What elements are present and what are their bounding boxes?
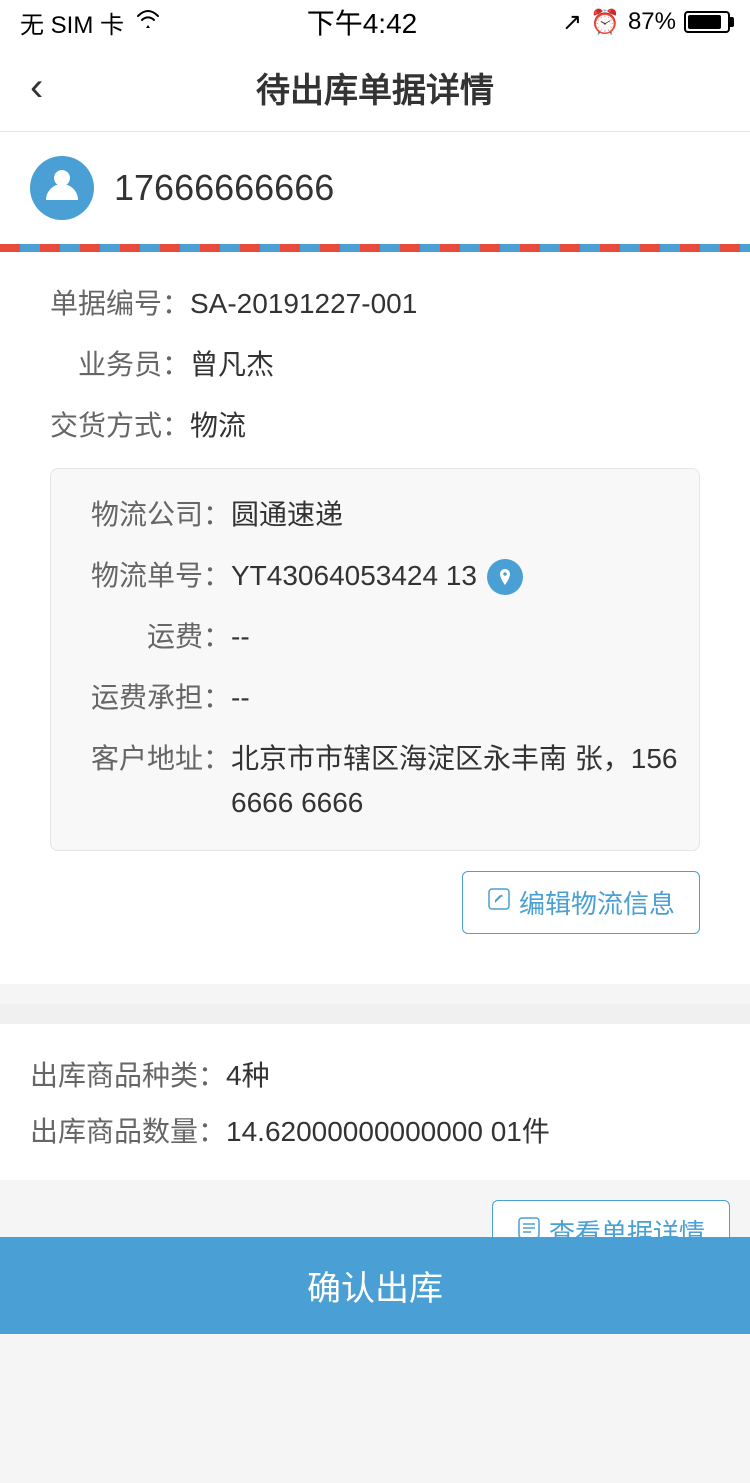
address-row: 客户地址： 北京市市辖区海淀区永丰南 张，156 6666 6666 (71, 737, 679, 827)
battery-icon (684, 11, 730, 33)
section-separator (0, 1004, 750, 1024)
logistics-company-label: 物流公司： (71, 493, 231, 538)
product-type-row: 出库商品种类： 4种 (30, 1054, 720, 1094)
user-icon (42, 164, 82, 213)
tracking-row: 物流单号： YT43064053424 13 (71, 554, 679, 599)
product-type-value: 4种 (226, 1054, 270, 1094)
product-quantity-label: 出库商品数量： (30, 1110, 226, 1150)
tracking-label: 物流单号： (71, 554, 231, 599)
avatar (30, 156, 94, 220)
carrier-label: 无 SIM 卡 (20, 5, 124, 40)
delivery-type-label: 交货方式： (30, 404, 190, 449)
status-bar: 无 SIM 卡 下午4:42 ↗ ⏰ 87% (0, 0, 750, 44)
customer-section: 17666666666 (0, 132, 750, 244)
location-status-icon: ↗ (562, 8, 582, 37)
dashed-divider (0, 244, 750, 252)
order-no-value: SA-20191227-001 (190, 282, 720, 327)
address-label: 客户地址： (71, 737, 231, 782)
freight-label: 运费： (71, 615, 231, 660)
freight-value: -- (231, 615, 679, 660)
bottom-btn-area: 确认出库 (0, 1237, 750, 1334)
product-quantity-value: 14.62000000000000 01件 (226, 1110, 550, 1150)
confirm-outbound-button[interactable]: 确认出库 (307, 1261, 443, 1310)
delivery-type-value: 物流 (190, 404, 720, 449)
back-button[interactable]: ‹ (30, 65, 43, 110)
sales-person-row: 业务员： 曾凡杰 (30, 343, 720, 388)
tracking-location-icon[interactable] (487, 559, 523, 595)
page-title: 待出库单据详情 (256, 63, 494, 112)
edit-logistics-button[interactable]: 编辑物流信息 (462, 871, 700, 934)
logistics-company-value: 圆通速递 (231, 493, 679, 538)
edit-icon (487, 887, 511, 918)
order-no-row: 单据编号： SA-20191227-001 (30, 282, 720, 327)
freight-bearer-value: -- (231, 676, 679, 721)
edit-btn-area: 编辑物流信息 (30, 851, 720, 954)
wifi-icon (134, 8, 162, 36)
delivery-type-row: 交货方式： 物流 (30, 404, 720, 449)
nav-bar: ‹ 待出库单据详情 (0, 44, 750, 132)
logistics-company-row: 物流公司： 圆通速递 (71, 493, 679, 538)
freight-bearer-row: 运费承担： -- (71, 676, 679, 721)
edit-logistics-label: 编辑物流信息 (519, 884, 675, 921)
sales-person-value: 曾凡杰 (190, 343, 720, 388)
product-type-label: 出库商品种类： (30, 1054, 226, 1094)
status-right: ↗ ⏰ 87% (562, 8, 730, 37)
sales-person-label: 业务员： (30, 343, 190, 388)
freight-bearer-label: 运费承担： (71, 676, 231, 721)
order-info-section: 单据编号： SA-20191227-001 业务员： 曾凡杰 交货方式： 物流 … (0, 252, 750, 984)
address-value: 北京市市辖区海淀区永丰南 张，156 6666 6666 (231, 737, 679, 827)
product-section: 出库商品种类： 4种 出库商品数量： 14.62000000000000 01件 (0, 1024, 750, 1180)
customer-phone: 17666666666 (114, 167, 334, 209)
order-no-label: 单据编号： (30, 282, 190, 327)
status-time: 下午4:42 (307, 2, 418, 42)
status-left: 无 SIM 卡 (20, 5, 162, 40)
freight-row: 运费： -- (71, 615, 679, 660)
tracking-value: YT43064053424 13 (231, 554, 679, 599)
battery-percent: 87% (628, 8, 676, 36)
product-quantity-row: 出库商品数量： 14.62000000000000 01件 (30, 1110, 720, 1150)
alarm-icon: ⏰ (590, 8, 620, 37)
logistics-card: 物流公司： 圆通速递 物流单号： YT43064053424 13 运费： -- (50, 468, 700, 851)
